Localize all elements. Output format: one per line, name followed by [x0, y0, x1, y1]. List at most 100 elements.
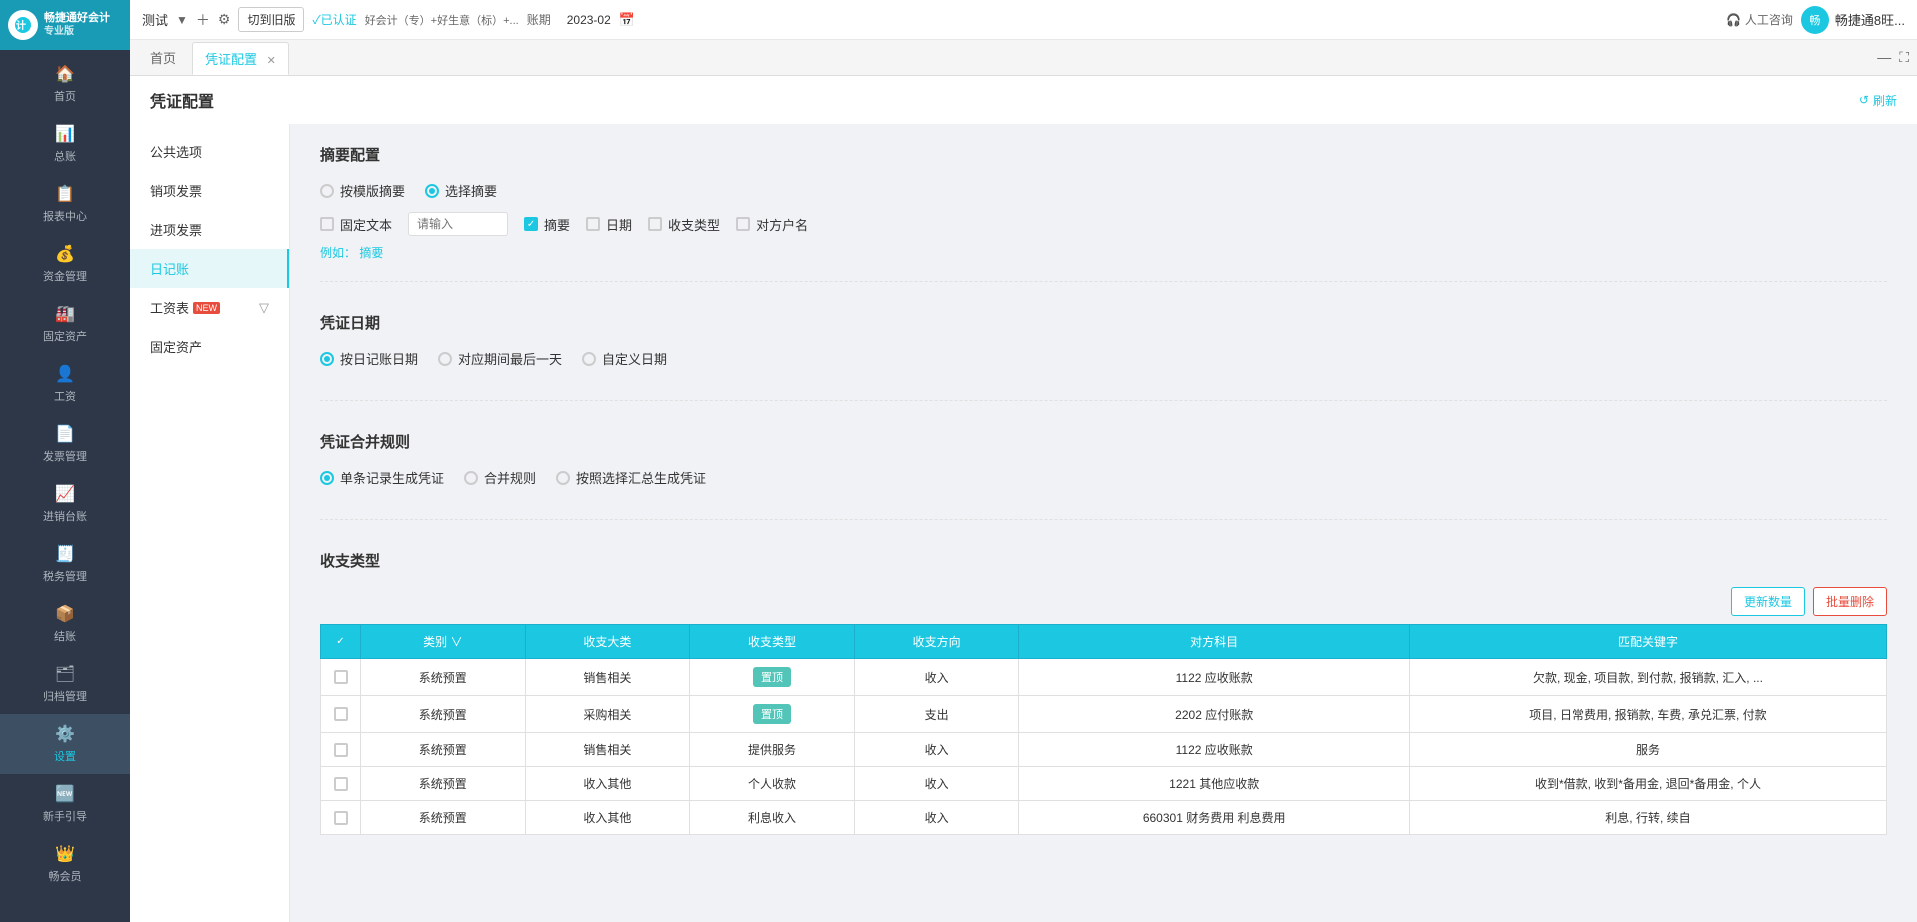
checkbox-fixed-text[interactable]: 固定文本: [320, 215, 392, 234]
sidebar-item-purchase-sale[interactable]: 📈 进销台账: [0, 474, 130, 534]
settings-gear-icon[interactable]: ⚙: [218, 11, 231, 28]
headset-icon: 🎧: [1726, 13, 1741, 27]
workspace-dropdown[interactable]: ▼: [176, 13, 188, 27]
sidebar-item-funds[interactable]: 💰 资金管理: [0, 234, 130, 294]
radio-custom-date-circle: [582, 352, 596, 366]
funds-icon: 💰: [55, 244, 75, 264]
sidebar-item-invoice[interactable]: 📄 发票管理: [0, 414, 130, 474]
minimize-icon[interactable]: —: [1877, 49, 1891, 66]
td-keywords-4: 收到*借款, 收到*备用金, 退回*备用金, 个人: [1409, 767, 1886, 801]
checkbox-counterpart-box: [736, 217, 750, 231]
radio-journal-date-circle: [320, 352, 334, 366]
radio-period-last-day[interactable]: 对应期间最后一天: [438, 349, 562, 368]
tabbar: 首页 凭证配置 ✕ — ⛶: [130, 40, 1917, 76]
calendar-icon[interactable]: 📅: [619, 12, 635, 28]
td-checkbox-1[interactable]: [321, 659, 361, 696]
payroll-icon: 👤: [55, 364, 75, 384]
user-menu[interactable]: 畅 畅捷通8旺...: [1801, 6, 1905, 34]
table-row: 系统预置 收入其他 利息收入 收入 660301 财务费用 利息费用 利息, 行…: [321, 801, 1887, 835]
type-tag-2[interactable]: 置顶: [753, 704, 791, 724]
service-button[interactable]: 🎧 人工咨询: [1726, 11, 1793, 28]
table-header-actions: 更新数量 批量删除: [320, 587, 1887, 616]
leftnav-sales-invoice[interactable]: 销项发票: [130, 171, 289, 210]
sidebar-item-home[interactable]: 🏠 首页: [0, 54, 130, 114]
td-major-5: 收入其他: [525, 801, 690, 835]
radio-merge-rule[interactable]: 合并规则: [464, 468, 536, 487]
checkbox-summary[interactable]: ✓ 摘要: [524, 215, 570, 234]
row3-checkbox[interactable]: [334, 743, 348, 757]
sidebar-item-ledger[interactable]: 📊 总账: [0, 114, 130, 174]
sidebar-label-home: 首页: [54, 88, 76, 104]
leftnav-public[interactable]: 公共选项: [130, 132, 289, 171]
tab-voucher-config[interactable]: 凭证配置 ✕: [192, 42, 289, 75]
leftnav-payslip[interactable]: 工资表 NEW ▽: [130, 288, 289, 327]
add-workspace-icon[interactable]: ＋: [196, 10, 210, 30]
checkbox-type[interactable]: 收支类型: [648, 215, 720, 234]
expand-icon[interactable]: ▽: [259, 300, 269, 316]
radio-select-circle: [425, 184, 439, 198]
sidebar-item-reports[interactable]: 📋 报表中心: [0, 174, 130, 234]
certified-tag: ✓已认证: [312, 11, 356, 28]
row2-checkbox[interactable]: [334, 707, 348, 721]
tab-home[interactable]: 首页: [138, 42, 188, 73]
leftnav-purchase-invoice[interactable]: 进项发票: [130, 210, 289, 249]
summary-checkbox-row: 固定文本 ✓ 摘要 日期 收支类型: [320, 212, 1887, 236]
row1-checkbox[interactable]: [334, 670, 348, 684]
radio-template-summary[interactable]: 按模版摘要: [320, 181, 405, 200]
avatar: 畅: [1801, 6, 1829, 34]
tab-close-icon[interactable]: ✕: [267, 55, 276, 67]
update-count-button[interactable]: 更新数量: [1731, 587, 1805, 616]
sidebar-item-settings[interactable]: ⚙️ 设置: [0, 714, 130, 774]
leftnav-journal[interactable]: 日记账: [130, 249, 289, 288]
td-direction-2: 支出: [854, 696, 1019, 733]
td-keywords-1: 欠款, 现金, 项目款, 到付款, 报销款, 汇入, ...: [1409, 659, 1886, 696]
th-checkbox[interactable]: ✓: [321, 625, 361, 659]
td-checkbox-3[interactable]: [321, 733, 361, 767]
leftnav-journal-label: 日记账: [150, 259, 189, 278]
td-direction-5: 收入: [854, 801, 1019, 835]
maximize-icon[interactable]: ⛶: [1899, 49, 1909, 66]
summary-example: 例如： 摘要: [320, 244, 1887, 261]
refresh-button[interactable]: ↺ 刷新: [1859, 92, 1897, 109]
checkbox-counterpart[interactable]: 对方户名: [736, 215, 808, 234]
guide-icon: 🆕: [55, 784, 75, 804]
leftnav-fixed-assets[interactable]: 固定资产: [130, 327, 289, 366]
row5-checkbox[interactable]: [334, 811, 348, 825]
sidebar-item-archive[interactable]: 🗂 归档管理: [0, 654, 130, 714]
page-header: 凭证配置 ↺ 刷新: [130, 76, 1917, 124]
sidebar-item-member[interactable]: 👑 畅会员: [0, 834, 130, 894]
td-checkbox-5[interactable]: [321, 801, 361, 835]
fixed-text-input[interactable]: [408, 212, 508, 236]
checkbox-type-box: [648, 217, 662, 231]
leftnav-sales-invoice-label: 销项发票: [150, 181, 202, 200]
select-all-checkbox[interactable]: ✓: [334, 635, 348, 649]
batch-delete-button[interactable]: 批量删除: [1813, 587, 1887, 616]
td-checkbox-2[interactable]: [321, 696, 361, 733]
radio-select-summary[interactable]: 选择摘要: [425, 181, 497, 200]
sidebar-item-guide[interactable]: 🆕 新手引导: [0, 774, 130, 834]
sidebar-label-ledger: 总账: [54, 148, 76, 164]
checkbox-date[interactable]: 日期: [586, 215, 632, 234]
refresh-icon: ↺: [1859, 93, 1869, 107]
sidebar-item-close[interactable]: 📦 结账: [0, 594, 130, 654]
td-direction-1: 收入: [854, 659, 1019, 696]
radio-aggregate[interactable]: 按照选择汇总生成凭证: [556, 468, 706, 487]
radio-custom-date[interactable]: 自定义日期: [582, 349, 667, 368]
sidebar-item-payroll[interactable]: 👤 工资: [0, 354, 130, 414]
row4-checkbox[interactable]: [334, 777, 348, 791]
td-checkbox-4[interactable]: [321, 767, 361, 801]
switch-version-button[interactable]: 切到旧版: [238, 7, 304, 32]
user-name: 畅捷通8旺...: [1835, 10, 1905, 29]
table-row: 系统预置 销售相关 提供服务 收入 1122 应收账款 服务: [321, 733, 1887, 767]
sidebar-label-purchase-sale: 进销台账: [43, 508, 87, 524]
summary-config-section: 摘要配置 按模版摘要 选择摘要: [320, 144, 1887, 282]
type-tag-1[interactable]: 置顶: [753, 667, 791, 687]
sidebar-label-archive: 归档管理: [43, 688, 87, 704]
sidebar-item-tax[interactable]: 🧾 税务管理: [0, 534, 130, 594]
td-account-5: 660301 财务费用 利息费用: [1019, 801, 1410, 835]
sidebar-item-assets[interactable]: 🏭 固定资产: [0, 294, 130, 354]
radio-journal-date[interactable]: 按日记账日期: [320, 349, 418, 368]
radio-single-record[interactable]: 单条记录生成凭证: [320, 468, 444, 487]
period-value: 2023-02: [567, 13, 611, 27]
td-keywords-2: 项目, 日常费用, 报销款, 车费, 承兑汇票, 付款: [1409, 696, 1886, 733]
